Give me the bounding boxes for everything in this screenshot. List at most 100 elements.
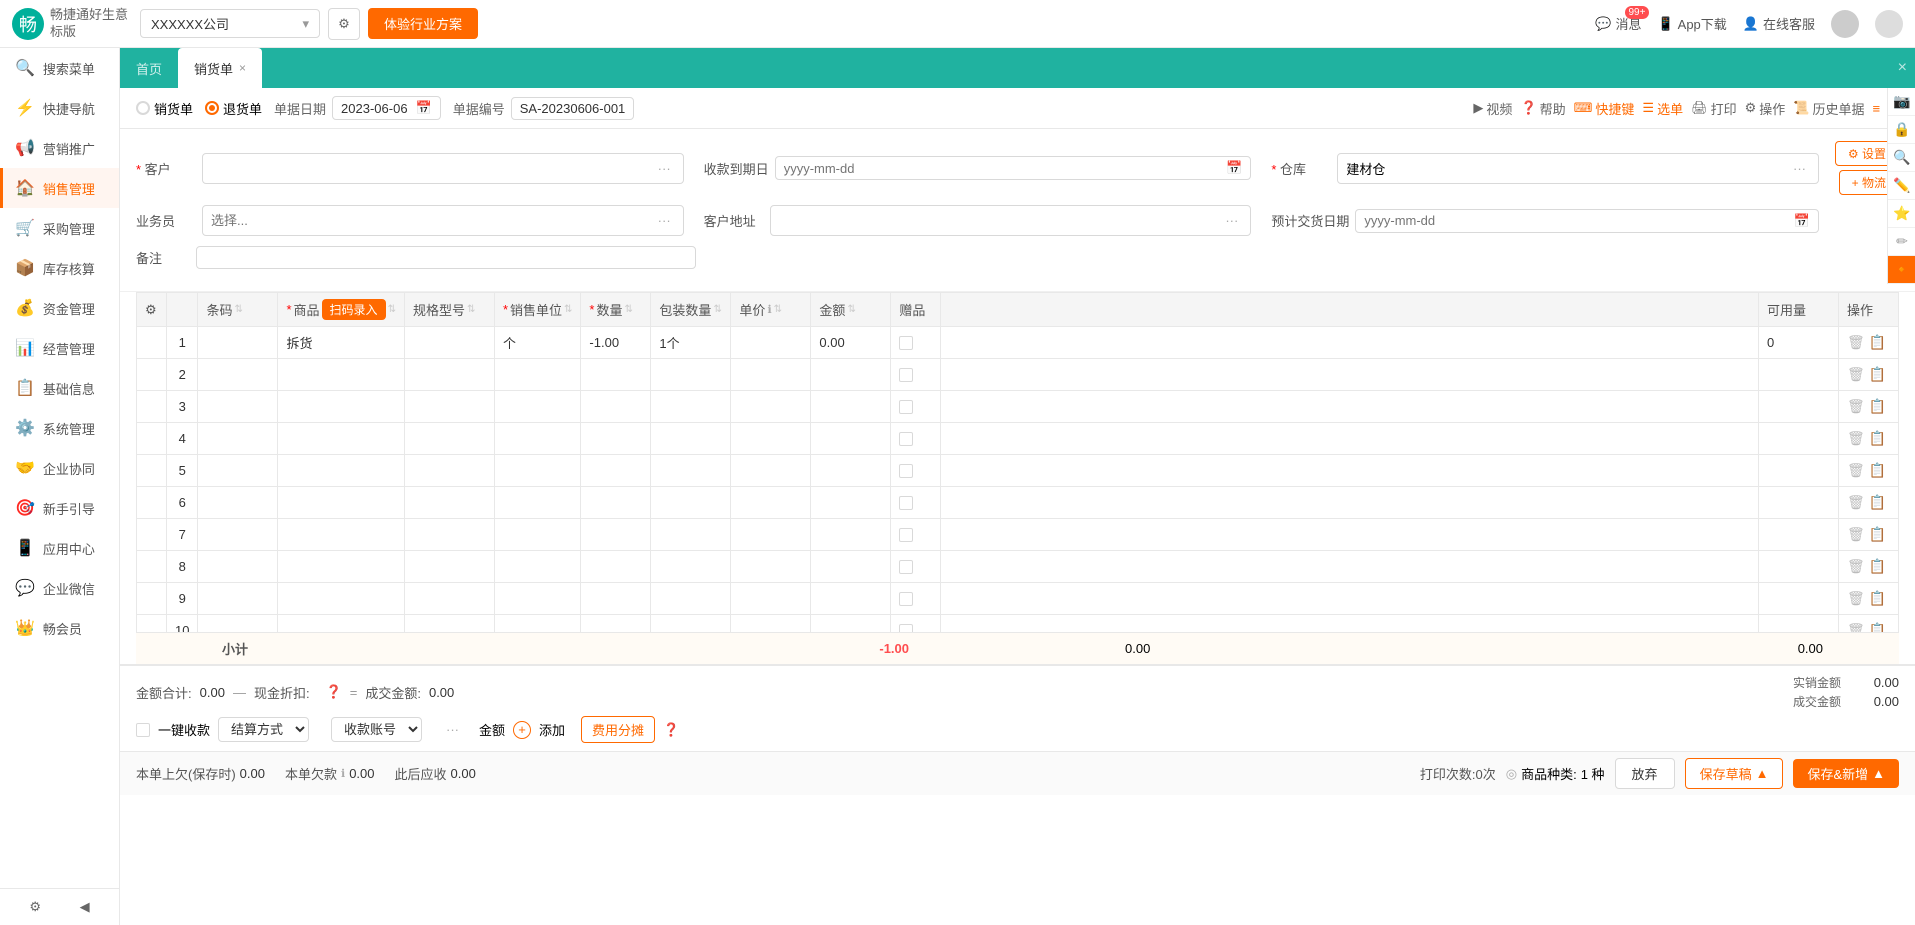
col-header-setting[interactable]: ⚙ <box>137 293 167 327</box>
cell-qty[interactable] <box>581 455 651 487</box>
gift-checkbox[interactable] <box>899 464 913 478</box>
cell-amount[interactable]: 0.00 <box>811 327 891 359</box>
one-click-checkbox[interactable] <box>136 723 150 737</box>
salesperson-input[interactable]: ··· <box>202 205 684 236</box>
docno-field[interactable]: SA-20230606-001 <box>511 97 635 120</box>
float-edit-icon[interactable]: ✏ <box>1888 228 1915 256</box>
cell-barcode[interactable] <box>198 327 278 359</box>
cell-amount[interactable] <box>811 519 891 551</box>
sidebar-item-app-center[interactable]: 📱 应用中心 <box>0 528 119 568</box>
gift-checkbox[interactable] <box>899 368 913 382</box>
spec-sort-icon[interactable]: ⇅ <box>467 304 475 315</box>
gift-checkbox[interactable] <box>899 560 913 574</box>
question-icon[interactable]: ❓ <box>326 684 342 700</box>
cell-price[interactable] <box>731 583 811 615</box>
cell-qty[interactable] <box>581 423 651 455</box>
customer-input[interactable]: ··· <box>202 153 684 184</box>
cell-price[interactable] <box>731 327 811 359</box>
calc-method-select[interactable]: 结算方式 <box>218 717 309 742</box>
cell-amount[interactable] <box>811 487 891 519</box>
sidebar-collapse-icon[interactable]: ◀ <box>80 899 90 915</box>
cell-pkg-qty[interactable] <box>651 551 731 583</box>
customer-addr-input[interactable]: ··· <box>770 205 1252 236</box>
cell-spec[interactable] <box>404 327 494 359</box>
sidebar-item-purchase[interactable]: 🛒 采购管理 <box>0 208 119 248</box>
cell-spec[interactable] <box>404 359 494 391</box>
sidebar-item-system[interactable]: ⚙️ 系统管理 <box>0 408 119 448</box>
cell-qty[interactable] <box>581 487 651 519</box>
cell-gift[interactable] <box>891 423 941 455</box>
due-date-calendar-icon[interactable]: 📅 <box>1226 160 1242 176</box>
float-pen-icon[interactable]: ✏️ <box>1888 172 1915 200</box>
cell-barcode[interactable] <box>198 423 278 455</box>
help-btn[interactable]: ❓ 帮助 <box>1520 99 1565 118</box>
tab-close-icon[interactable]: × <box>239 61 246 75</box>
cell-gift[interactable] <box>891 615 941 633</box>
fee-split-btn[interactable]: 费用分摊 <box>581 716 655 743</box>
sidebar-item-enterprise[interactable]: 🤝 企业协同 <box>0 448 119 488</box>
cell-spec[interactable] <box>404 391 494 423</box>
cell-pkg-qty[interactable] <box>651 615 731 633</box>
warehouse-input[interactable]: ··· <box>1337 153 1819 184</box>
cell-barcode[interactable] <box>198 391 278 423</box>
cell-price[interactable] <box>731 359 811 391</box>
delete-row-icon[interactable]: 🗑 <box>1847 622 1865 632</box>
avatar2[interactable] <box>1875 10 1903 38</box>
tab-home[interactable]: 首页 <box>120 48 178 88</box>
estimated-date-text-input[interactable] <box>1364 213 1793 228</box>
cell-price[interactable] <box>731 391 811 423</box>
cell-barcode[interactable] <box>198 615 278 633</box>
app-download-btn[interactable]: 📱 App下载 <box>1657 14 1726 33</box>
delete-row-icon[interactable]: 🗑 <box>1847 430 1865 447</box>
cell-goods[interactable] <box>278 551 404 583</box>
delete-row-icon[interactable]: 🗑 <box>1847 334 1865 351</box>
float-lock-icon[interactable]: 🔒 <box>1888 116 1915 144</box>
delete-row-icon[interactable]: 🗑 <box>1847 398 1865 415</box>
cell-goods[interactable] <box>278 519 404 551</box>
cell-amount[interactable] <box>811 359 891 391</box>
gift-checkbox[interactable] <box>899 528 913 542</box>
cell-barcode[interactable] <box>198 455 278 487</box>
copy-row-icon[interactable]: 📋 <box>1869 526 1886 543</box>
sidebar-item-search[interactable]: 🔍 搜索菜单 <box>0 48 119 88</box>
estimated-date-input[interactable]: 📅 <box>1355 209 1819 233</box>
cell-barcode[interactable] <box>198 551 278 583</box>
cell-pkg-qty[interactable] <box>651 359 731 391</box>
cell-barcode[interactable] <box>198 359 278 391</box>
cell-goods[interactable] <box>278 487 404 519</box>
cell-unit[interactable] <box>494 455 580 487</box>
add-payment-btn[interactable]: + <box>513 721 531 739</box>
cell-amount[interactable] <box>811 423 891 455</box>
cell-spec[interactable] <box>404 551 494 583</box>
cell-unit[interactable]: 个 <box>494 327 580 359</box>
delete-row-icon[interactable]: 🗑 <box>1847 590 1865 607</box>
cell-unit[interactable] <box>494 583 580 615</box>
tab-sales-order[interactable]: 销货单 × <box>178 48 262 88</box>
cell-barcode[interactable] <box>198 519 278 551</box>
cell-qty[interactable] <box>581 615 651 633</box>
debit-info-icon[interactable]: ℹ <box>341 767 345 780</box>
cell-gift[interactable] <box>891 455 941 487</box>
gift-checkbox[interactable] <box>899 432 913 446</box>
float-star-icon[interactable]: ⭐ <box>1888 200 1915 228</box>
delete-row-icon[interactable]: 🗑 <box>1847 526 1865 543</box>
customer-addr-text-input[interactable] <box>779 213 1222 228</box>
settings-btn[interactable]: ⚙ <box>328 8 360 40</box>
sidebar-settings-icon[interactable]: ⚙ <box>29 899 41 915</box>
cell-price[interactable] <box>731 519 811 551</box>
cell-unit[interactable] <box>494 615 580 633</box>
cell-qty[interactable] <box>581 551 651 583</box>
cell-gift[interactable] <box>891 359 941 391</box>
video-btn[interactable]: ▶ 视频 <box>1473 99 1512 118</box>
sidebar-item-wechat[interactable]: 💬 企业微信 <box>0 568 119 608</box>
cell-amount[interactable] <box>811 551 891 583</box>
cell-pkg-qty[interactable] <box>651 519 731 551</box>
customer-text-input[interactable] <box>211 161 654 176</box>
cell-unit[interactable] <box>494 391 580 423</box>
estimated-cal-icon[interactable]: 📅 <box>1794 213 1810 229</box>
message-btn[interactable]: 💬 消息 99+ <box>1595 14 1641 33</box>
price-info-icon[interactable]: ℹ <box>767 303 771 316</box>
cell-goods[interactable]: 拆货 <box>278 327 404 359</box>
trial-button[interactable]: 体验行业方案 <box>368 8 478 39</box>
account-dots-icon[interactable]: ··· <box>442 718 463 741</box>
